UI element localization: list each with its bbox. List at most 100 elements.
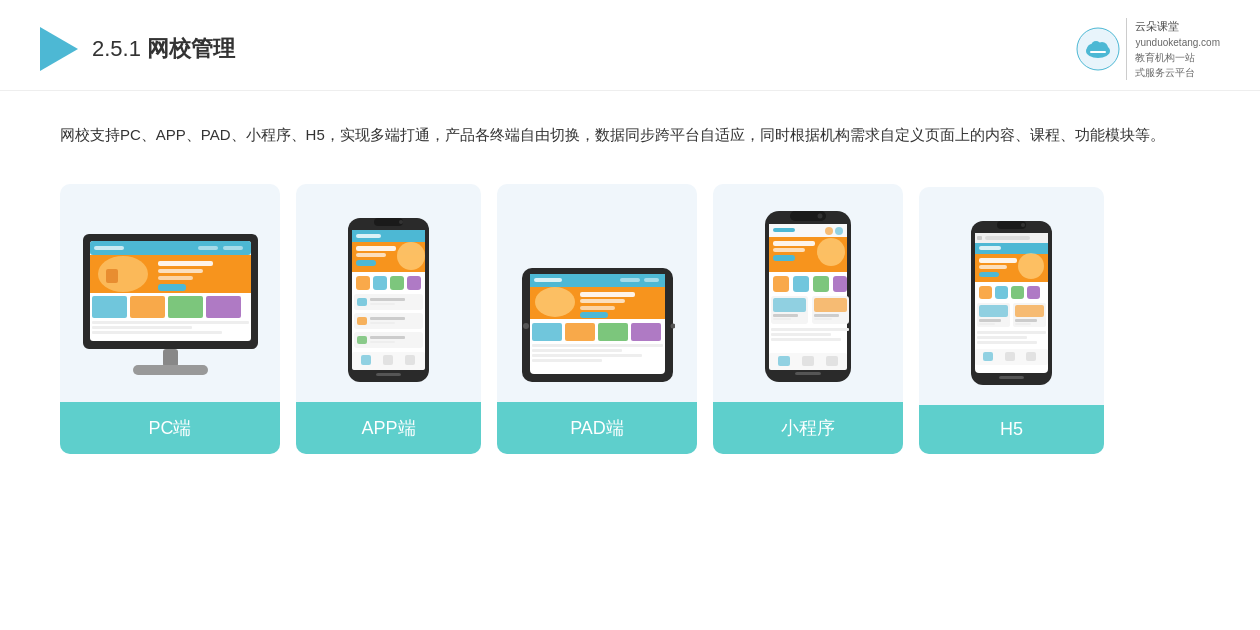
svg-rect-46: [370, 303, 395, 305]
svg-rect-69: [580, 299, 625, 303]
svg-rect-14: [158, 269, 203, 273]
svg-rect-64: [534, 278, 562, 282]
brand-tagline: 教育机构一站 式服务云平台: [1135, 50, 1220, 80]
svg-rect-22: [206, 296, 241, 318]
svg-rect-42: [407, 276, 421, 290]
app-image-area: [296, 184, 481, 384]
svg-rect-142: [977, 336, 1027, 339]
svg-rect-74: [565, 323, 595, 341]
brand-site: yunduoketang.com: [1135, 35, 1220, 50]
svg-point-17: [98, 256, 148, 292]
svg-rect-26: [163, 349, 178, 367]
header-right: 云朵课堂 yunduoketang.com 教育机构一站 式服务云平台: [1076, 18, 1220, 80]
pad-tablet-svg: [520, 266, 675, 384]
svg-rect-44: [357, 298, 367, 306]
svg-point-128: [1018, 253, 1044, 279]
svg-point-38: [397, 242, 425, 270]
svg-rect-145: [983, 352, 993, 361]
svg-rect-20: [130, 296, 165, 318]
svg-rect-13: [158, 261, 213, 266]
main-content: 网校支持PC、APP、PAD、小程序、H5，实现多端打通，产品各终端自由切换，数…: [0, 91, 1260, 475]
svg-rect-131: [1011, 286, 1024, 299]
svg-rect-105: [814, 314, 839, 317]
svg-rect-53: [370, 336, 405, 339]
svg-point-94: [817, 238, 845, 266]
svg-rect-121: [977, 236, 982, 240]
svg-rect-76: [631, 323, 661, 341]
header: 2.5.1 网校管理: [0, 0, 1260, 91]
svg-rect-35: [356, 246, 396, 251]
svg-rect-36: [356, 253, 386, 257]
svg-rect-56: [361, 355, 371, 365]
svg-rect-88: [825, 227, 833, 235]
svg-rect-130: [995, 286, 1008, 299]
svg-rect-45: [370, 298, 405, 301]
mini-phone-svg: [763, 209, 853, 384]
brand-logo: 云朵课堂 yunduoketang.com 教育机构一站 式服务云平台: [1076, 18, 1220, 80]
svg-rect-24: [92, 326, 192, 329]
svg-rect-87: [773, 228, 795, 232]
svg-rect-91: [773, 241, 815, 246]
svg-rect-93: [773, 255, 795, 261]
pad-image-area: [497, 184, 697, 384]
pad-card: PAD端: [497, 184, 697, 454]
svg-rect-30: [374, 218, 403, 226]
svg-rect-70: [580, 306, 615, 310]
svg-rect-92: [773, 248, 805, 252]
svg-rect-65: [620, 278, 640, 282]
svg-rect-134: [979, 305, 1008, 317]
svg-rect-77: [532, 344, 663, 347]
svg-rect-57: [383, 355, 393, 365]
svg-rect-48: [357, 317, 367, 325]
svg-rect-23: [92, 321, 249, 324]
svg-rect-89: [835, 227, 843, 235]
svg-rect-141: [977, 331, 1046, 334]
svg-rect-27: [133, 365, 208, 375]
svg-rect-140: [1015, 323, 1031, 325]
svg-rect-107: [771, 328, 849, 331]
pad-label: PAD端: [497, 402, 697, 454]
svg-rect-114: [795, 372, 821, 375]
page-title: 2.5.1 网校管理: [92, 34, 235, 64]
svg-rect-112: [802, 356, 814, 366]
h5-phone-svg: [969, 219, 1054, 387]
svg-rect-102: [773, 318, 791, 320]
pc-mockup-svg: [78, 229, 263, 384]
svg-point-31: [399, 220, 403, 224]
svg-rect-126: [979, 265, 1007, 269]
svg-rect-125: [979, 258, 1017, 263]
svg-rect-33: [356, 234, 381, 238]
svg-rect-10: [198, 246, 218, 250]
svg-rect-66: [644, 278, 659, 282]
svg-rect-123: [979, 246, 1001, 250]
svg-rect-41: [390, 276, 404, 290]
svg-rect-129: [979, 286, 992, 299]
svg-rect-49: [370, 317, 405, 320]
app-card: APP端: [296, 184, 481, 454]
svg-rect-113: [826, 356, 838, 366]
svg-rect-143: [977, 341, 1037, 344]
svg-rect-39: [356, 276, 370, 290]
svg-rect-25: [92, 331, 222, 334]
svg-rect-97: [813, 276, 829, 292]
header-left: 2.5.1 网校管理: [40, 27, 235, 71]
svg-rect-54: [370, 341, 395, 343]
svg-rect-100: [773, 298, 806, 312]
svg-rect-98: [833, 276, 847, 292]
cards-row: PC端: [60, 184, 1200, 454]
svg-rect-148: [999, 376, 1024, 379]
svg-rect-147: [1026, 352, 1036, 361]
svg-rect-111: [778, 356, 790, 366]
pc-image-area: [60, 184, 280, 384]
svg-rect-139: [1015, 319, 1037, 322]
page-wrapper: 2.5.1 网校管理: [0, 0, 1260, 630]
svg-rect-50: [370, 322, 395, 324]
svg-rect-5: [1090, 51, 1106, 53]
svg-rect-9: [94, 246, 124, 250]
pc-card: PC端: [60, 184, 280, 454]
logo-triangle-icon: [40, 27, 78, 71]
description-text: 网校支持PC、APP、PAD、小程序、H5，实现多端打通，产品各终端自由切换，数…: [60, 121, 1200, 150]
svg-rect-15: [158, 276, 193, 280]
h5-label: H5: [919, 405, 1104, 454]
svg-rect-73: [532, 323, 562, 341]
